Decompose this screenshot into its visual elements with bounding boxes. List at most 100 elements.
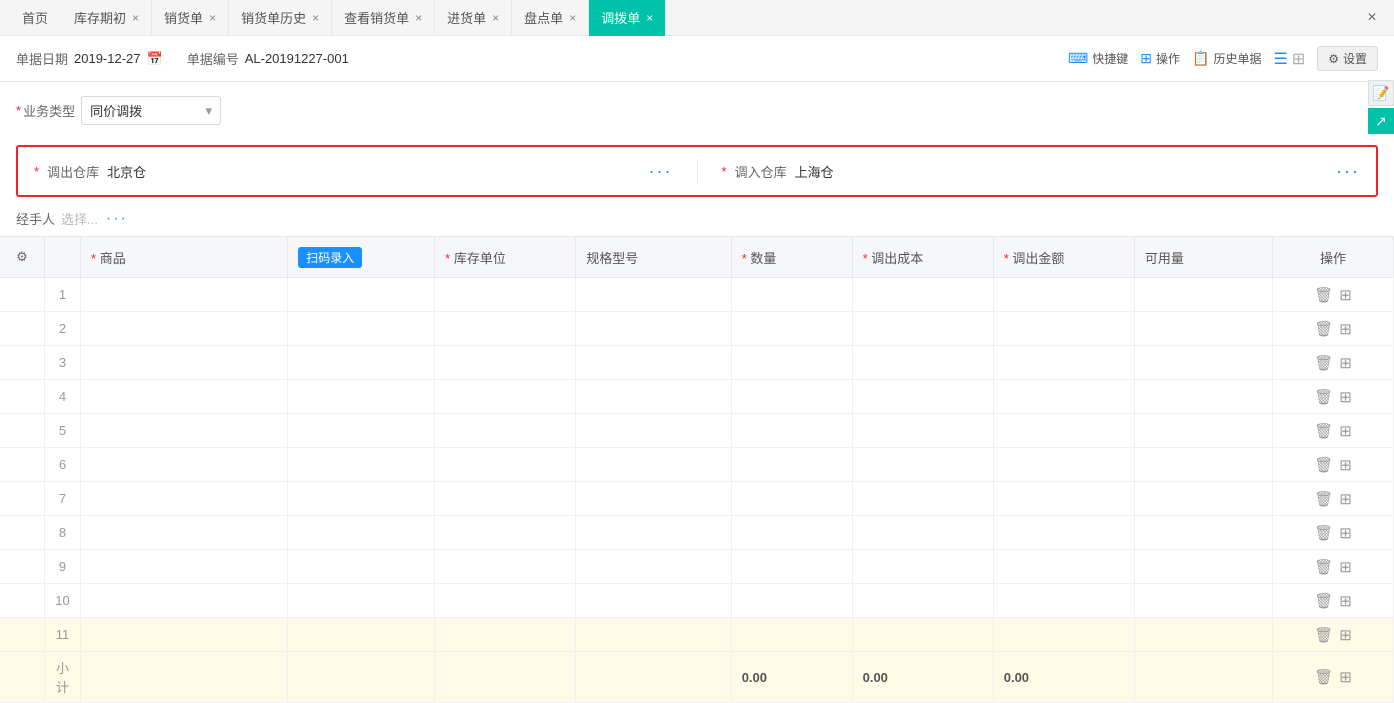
- row-product-cell[interactable]: [81, 414, 288, 448]
- copy-row-icon[interactable]: ⊞: [1339, 524, 1352, 542]
- row-amount-cell[interactable]: [993, 380, 1134, 414]
- delete-row-icon[interactable]: 🗑: [1314, 354, 1333, 372]
- row-product-cell[interactable]: [81, 346, 288, 380]
- handler-more-button[interactable]: ···: [106, 211, 128, 227]
- row-spec-cell[interactable]: [576, 482, 731, 516]
- tab-close-inventory-check[interactable]: ×: [569, 11, 576, 25]
- row-unit-cell[interactable]: [435, 584, 576, 618]
- row-amount-cell[interactable]: [993, 516, 1134, 550]
- row-amount-cell[interactable]: [993, 448, 1134, 482]
- row-spec-cell[interactable]: [576, 380, 731, 414]
- row-product-cell[interactable]: [81, 550, 288, 584]
- delete-row-icon[interactable]: 🗑: [1314, 388, 1333, 406]
- row-spec-cell[interactable]: [576, 618, 731, 652]
- delete-row-icon[interactable]: 🗑: [1314, 286, 1333, 304]
- row-spec-cell[interactable]: [576, 346, 731, 380]
- row-amount-cell[interactable]: [993, 346, 1134, 380]
- copy-row-icon[interactable]: ⊞: [1339, 320, 1352, 338]
- row-cost-cell[interactable]: [852, 584, 993, 618]
- row-unit-cell[interactable]: [435, 482, 576, 516]
- tab-close-purchase-order[interactable]: ×: [492, 11, 499, 25]
- row-unit-cell[interactable]: [435, 448, 576, 482]
- row-qty-cell[interactable]: [731, 346, 852, 380]
- row-unit-cell[interactable]: [435, 278, 576, 312]
- history-button[interactable]: 📋 历史单据: [1192, 50, 1261, 67]
- row-qty-cell[interactable]: [731, 482, 852, 516]
- row-cost-cell[interactable]: [852, 312, 993, 346]
- row-amount-cell[interactable]: [993, 550, 1134, 584]
- copy-row-icon[interactable]: ⊞: [1339, 626, 1352, 644]
- handler-select[interactable]: 选择...: [61, 209, 98, 228]
- row-unit-cell[interactable]: [435, 618, 576, 652]
- row-unit-cell[interactable]: [435, 380, 576, 414]
- row-product-cell[interactable]: [81, 380, 288, 414]
- tab-close-inventory-init[interactable]: ×: [132, 11, 139, 25]
- row-spec-cell[interactable]: [576, 414, 731, 448]
- business-type-select[interactable]: 同价调拨 ▾: [81, 96, 221, 125]
- scan-button[interactable]: 扫码录入: [298, 247, 362, 268]
- row-amount-cell[interactable]: [993, 278, 1134, 312]
- row-amount-cell[interactable]: [993, 584, 1134, 618]
- row-spec-cell[interactable]: [576, 448, 731, 482]
- row-qty-cell[interactable]: [731, 448, 852, 482]
- calendar-icon[interactable]: 📅: [147, 51, 163, 67]
- settings-button[interactable]: ⚙ 设置: [1317, 46, 1378, 71]
- row-product-cell[interactable]: [81, 516, 288, 550]
- tab-view-sales[interactable]: 查看销货单 ×: [332, 0, 435, 36]
- transfer-out-more-button[interactable]: ···: [649, 162, 673, 180]
- tab-close-view-sales[interactable]: ×: [415, 11, 422, 25]
- row-product-cell[interactable]: [81, 618, 288, 652]
- delete-row-icon[interactable]: 🗑: [1314, 524, 1333, 542]
- table-settings-icon[interactable]: ⚙: [10, 245, 34, 269]
- row-qty-cell[interactable]: [731, 278, 852, 312]
- subtotal-delete-icon[interactable]: 🗑: [1314, 668, 1333, 686]
- copy-row-icon[interactable]: ⊞: [1339, 388, 1352, 406]
- row-product-cell[interactable]: [81, 448, 288, 482]
- row-amount-cell[interactable]: [993, 312, 1134, 346]
- delete-row-icon[interactable]: 🗑: [1314, 558, 1333, 576]
- delete-row-icon[interactable]: 🗑: [1314, 490, 1333, 508]
- subtotal-copy-icon[interactable]: ⊞: [1339, 668, 1352, 686]
- delete-row-icon[interactable]: 🗑: [1314, 320, 1333, 338]
- row-spec-cell[interactable]: [576, 516, 731, 550]
- copy-row-icon[interactable]: ⊞: [1339, 456, 1352, 474]
- row-cost-cell[interactable]: [852, 346, 993, 380]
- tab-close-sales-order[interactable]: ×: [209, 11, 216, 25]
- row-qty-cell[interactable]: [731, 312, 852, 346]
- row-unit-cell[interactable]: [435, 550, 576, 584]
- row-spec-cell[interactable]: [576, 550, 731, 584]
- delete-row-icon[interactable]: 🗑: [1314, 592, 1333, 610]
- copy-row-icon[interactable]: ⊞: [1339, 592, 1352, 610]
- row-unit-cell[interactable]: [435, 346, 576, 380]
- copy-row-icon[interactable]: ⊞: [1339, 422, 1352, 440]
- tab-inventory-check[interactable]: 盘点单 ×: [512, 0, 589, 36]
- row-amount-cell[interactable]: [993, 482, 1134, 516]
- tab-sales-history[interactable]: 销货单历史 ×: [229, 0, 332, 36]
- copy-row-icon[interactable]: ⊞: [1339, 286, 1352, 304]
- list-view-icon[interactable]: ☰: [1273, 49, 1287, 69]
- row-qty-cell[interactable]: [731, 380, 852, 414]
- panel-note-button[interactable]: 📝: [1368, 80, 1394, 106]
- row-cost-cell[interactable]: [852, 448, 993, 482]
- row-spec-cell[interactable]: [576, 278, 731, 312]
- row-cost-cell[interactable]: [852, 618, 993, 652]
- row-cost-cell[interactable]: [852, 516, 993, 550]
- grid-view-icon[interactable]: ⊞: [1292, 49, 1305, 69]
- row-amount-cell[interactable]: [993, 414, 1134, 448]
- row-unit-cell[interactable]: [435, 516, 576, 550]
- delete-row-icon[interactable]: 🗑: [1314, 626, 1333, 644]
- tab-close-transfer-order[interactable]: ×: [646, 11, 653, 25]
- row-spec-cell[interactable]: [576, 312, 731, 346]
- row-spec-cell[interactable]: [576, 584, 731, 618]
- copy-row-icon[interactable]: ⊞: [1339, 354, 1352, 372]
- row-cost-cell[interactable]: [852, 482, 993, 516]
- operations-button[interactable]: ⊞ 操作: [1140, 50, 1180, 67]
- delete-row-icon[interactable]: 🗑: [1314, 422, 1333, 440]
- row-unit-cell[interactable]: [435, 414, 576, 448]
- tab-close-sales-history[interactable]: ×: [312, 11, 319, 25]
- tab-purchase-order[interactable]: 进货单 ×: [435, 0, 512, 36]
- panel-expand-button[interactable]: ↗: [1368, 108, 1394, 134]
- row-product-cell[interactable]: [81, 278, 288, 312]
- row-qty-cell[interactable]: [731, 618, 852, 652]
- tab-transfer-order[interactable]: 调拨单 ×: [589, 0, 666, 36]
